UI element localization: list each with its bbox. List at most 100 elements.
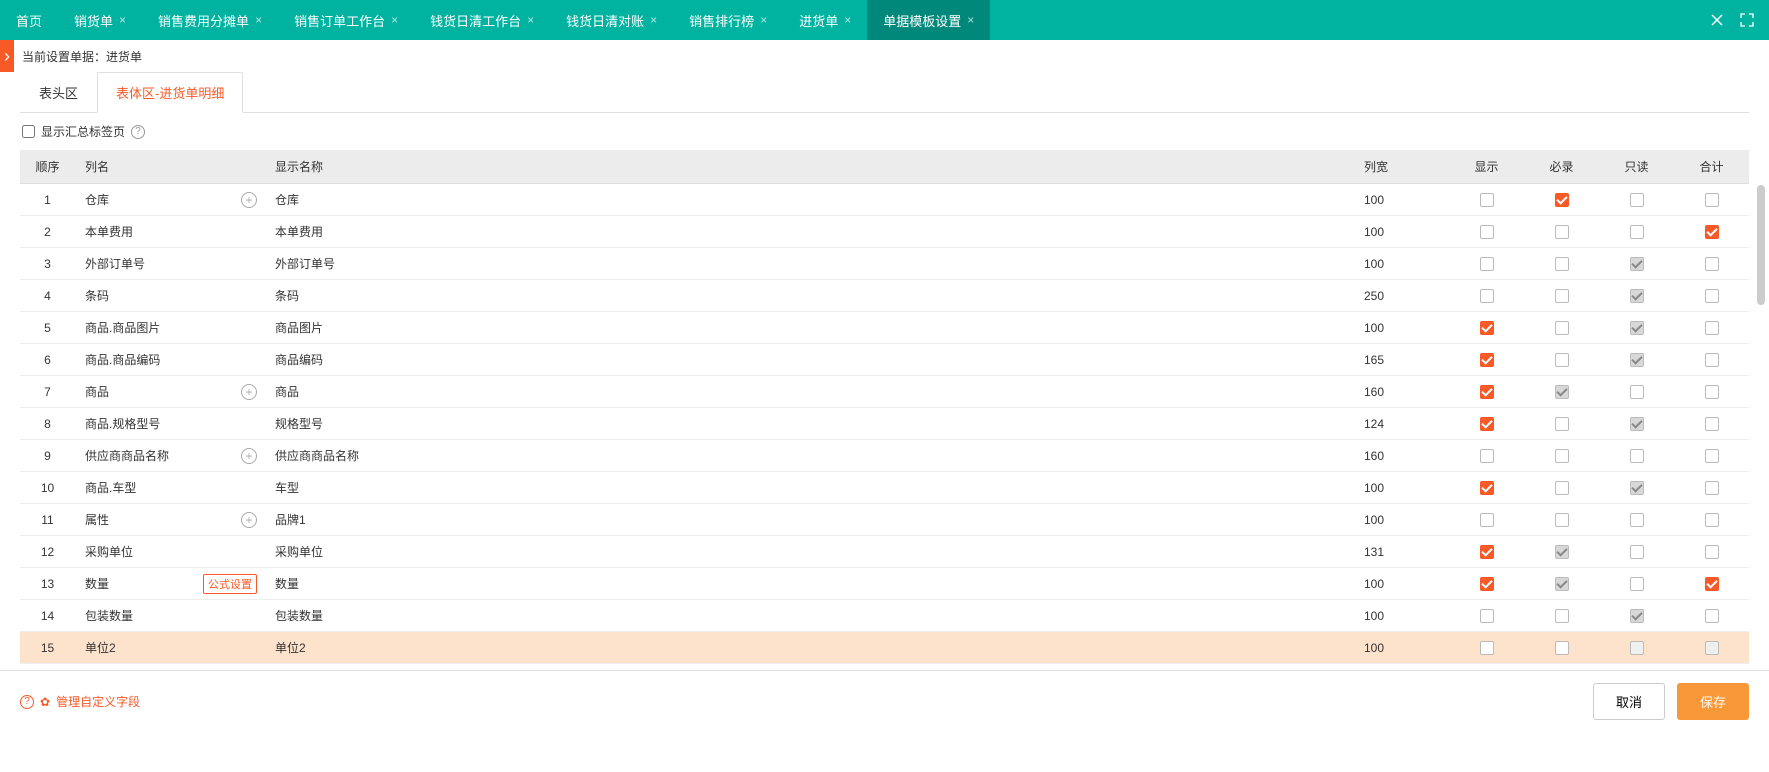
save-button[interactable]: 保存 <box>1677 683 1749 720</box>
table-row[interactable]: 15单位2单位2100 <box>20 632 1749 664</box>
table-row[interactable]: 5商品.商品图片商品图片100 <box>20 312 1749 344</box>
cell-width[interactable]: 160 <box>1354 376 1449 408</box>
chevron-right-icon[interactable]: › <box>0 40 14 72</box>
checkbox[interactable] <box>1480 289 1494 303</box>
checkbox[interactable] <box>1705 417 1719 431</box>
formula-button[interactable]: 公式设置 <box>203 574 257 594</box>
cell-width[interactable]: 160 <box>1354 440 1449 472</box>
add-icon[interactable]: + <box>241 192 257 208</box>
checkbox[interactable] <box>1630 385 1644 399</box>
table-row[interactable]: 11属性+品牌1100 <box>20 504 1749 536</box>
cancel-button[interactable]: 取消 <box>1593 683 1665 720</box>
checkbox[interactable] <box>1480 641 1494 655</box>
cell-display[interactable]: 单位2 <box>265 632 1354 664</box>
cell-width[interactable]: 100 <box>1354 248 1449 280</box>
checkbox[interactable] <box>1705 513 1719 527</box>
table-row[interactable]: 4条码条码250 <box>20 280 1749 312</box>
cell-display[interactable]: 品牌1 <box>265 504 1354 536</box>
checkbox[interactable] <box>1630 225 1644 239</box>
table-row[interactable]: 10商品.车型车型100 <box>20 472 1749 504</box>
checkbox[interactable] <box>1480 609 1494 623</box>
add-icon[interactable]: + <box>241 448 257 464</box>
cell-display[interactable]: 包装数量 <box>265 600 1354 632</box>
checkbox[interactable] <box>1555 481 1569 495</box>
checkbox[interactable] <box>1705 609 1719 623</box>
top-tab[interactable]: 单据模板设置× <box>867 0 990 40</box>
table-row[interactable]: 3外部订单号外部订单号100 <box>20 248 1749 280</box>
checkbox[interactable] <box>1705 353 1719 367</box>
help-icon[interactable]: ? <box>131 125 145 139</box>
checkbox[interactable] <box>1705 545 1719 559</box>
summary-checkbox[interactable] <box>22 125 35 138</box>
close-icon[interactable]: × <box>844 13 851 27</box>
top-tab[interactable]: 销售订单工作台× <box>278 0 414 40</box>
checkbox[interactable] <box>1705 385 1719 399</box>
close-icon[interactable]: × <box>391 13 398 27</box>
table-row[interactable]: 8商品.规格型号规格型号124 <box>20 408 1749 440</box>
table-row[interactable]: 13数量公式设置数量100 <box>20 568 1749 600</box>
cell-width[interactable]: 100 <box>1354 216 1449 248</box>
footer-help-icon[interactable]: ? <box>20 695 34 709</box>
top-tab[interactable]: 进货单× <box>783 0 867 40</box>
fullscreen-icon[interactable] <box>1739 12 1755 28</box>
table-row[interactable]: 1仓库+仓库100 <box>20 184 1749 216</box>
cell-display[interactable]: 供应商商品名称 <box>265 440 1354 472</box>
checkbox[interactable] <box>1480 513 1494 527</box>
checkbox[interactable] <box>1555 289 1569 303</box>
cell-width[interactable]: 100 <box>1354 472 1449 504</box>
sub-tab[interactable]: 表头区 <box>20 72 97 113</box>
checkbox[interactable] <box>1705 321 1719 335</box>
cell-display[interactable]: 数量 <box>265 568 1354 600</box>
top-tab[interactable]: 首页 <box>0 0 58 40</box>
checkbox[interactable] <box>1555 225 1569 239</box>
manage-custom-fields-link[interactable]: 管理自定义字段 <box>56 693 140 710</box>
close-icon[interactable]: × <box>967 13 974 27</box>
checkbox[interactable] <box>1480 385 1494 399</box>
top-tab[interactable]: 销售费用分摊单× <box>142 0 278 40</box>
checkbox[interactable] <box>1705 449 1719 463</box>
cell-display[interactable]: 商品图片 <box>265 312 1354 344</box>
cell-width[interactable]: 100 <box>1354 312 1449 344</box>
cell-width[interactable]: 124 <box>1354 408 1449 440</box>
top-tab[interactable]: 钱货日清工作台× <box>414 0 550 40</box>
close-icon[interactable]: × <box>527 13 534 27</box>
checkbox[interactable] <box>1705 289 1719 303</box>
checkbox[interactable] <box>1705 481 1719 495</box>
cell-display[interactable]: 外部订单号 <box>265 248 1354 280</box>
table-row[interactable]: 12采购单位采购单位131 <box>20 536 1749 568</box>
checkbox[interactable] <box>1555 353 1569 367</box>
checkbox[interactable] <box>1630 193 1644 207</box>
checkbox[interactable] <box>1705 193 1719 207</box>
close-icon[interactable]: × <box>760 13 767 27</box>
add-icon[interactable]: + <box>241 384 257 400</box>
checkbox[interactable] <box>1480 481 1494 495</box>
cell-width[interactable]: 100 <box>1354 632 1449 664</box>
close-icon[interactable]: × <box>119 13 126 27</box>
checkbox[interactable] <box>1480 417 1494 431</box>
checkbox[interactable] <box>1480 353 1494 367</box>
table-row[interactable]: 6商品.商品编码商品编码165 <box>20 344 1749 376</box>
cell-width[interactable]: 131 <box>1354 536 1449 568</box>
top-tab[interactable]: 销售排行榜× <box>673 0 783 40</box>
table-row[interactable]: 7商品+商品160 <box>20 376 1749 408</box>
cell-display[interactable]: 商品 <box>265 376 1354 408</box>
cell-display[interactable]: 规格型号 <box>265 408 1354 440</box>
checkbox[interactable] <box>1555 321 1569 335</box>
cell-width[interactable]: 100 <box>1354 504 1449 536</box>
checkbox[interactable] <box>1480 225 1494 239</box>
checkbox[interactable] <box>1555 417 1569 431</box>
checkbox[interactable] <box>1555 609 1569 623</box>
scrollbar-thumb[interactable] <box>1757 185 1765 305</box>
table-row[interactable]: 2本单费用本单费用100 <box>20 216 1749 248</box>
table-row[interactable]: 9供应商商品名称+供应商商品名称160 <box>20 440 1749 472</box>
checkbox[interactable] <box>1705 577 1719 591</box>
cell-display[interactable]: 采购单位 <box>265 536 1354 568</box>
close-icon[interactable]: × <box>650 13 657 27</box>
checkbox[interactable] <box>1705 257 1719 271</box>
checkbox[interactable] <box>1555 641 1569 655</box>
checkbox[interactable] <box>1480 193 1494 207</box>
cell-width[interactable]: 100 <box>1354 600 1449 632</box>
checkbox[interactable] <box>1480 449 1494 463</box>
checkbox[interactable] <box>1555 513 1569 527</box>
sub-tab[interactable]: 表体区-进货单明细 <box>97 72 243 113</box>
